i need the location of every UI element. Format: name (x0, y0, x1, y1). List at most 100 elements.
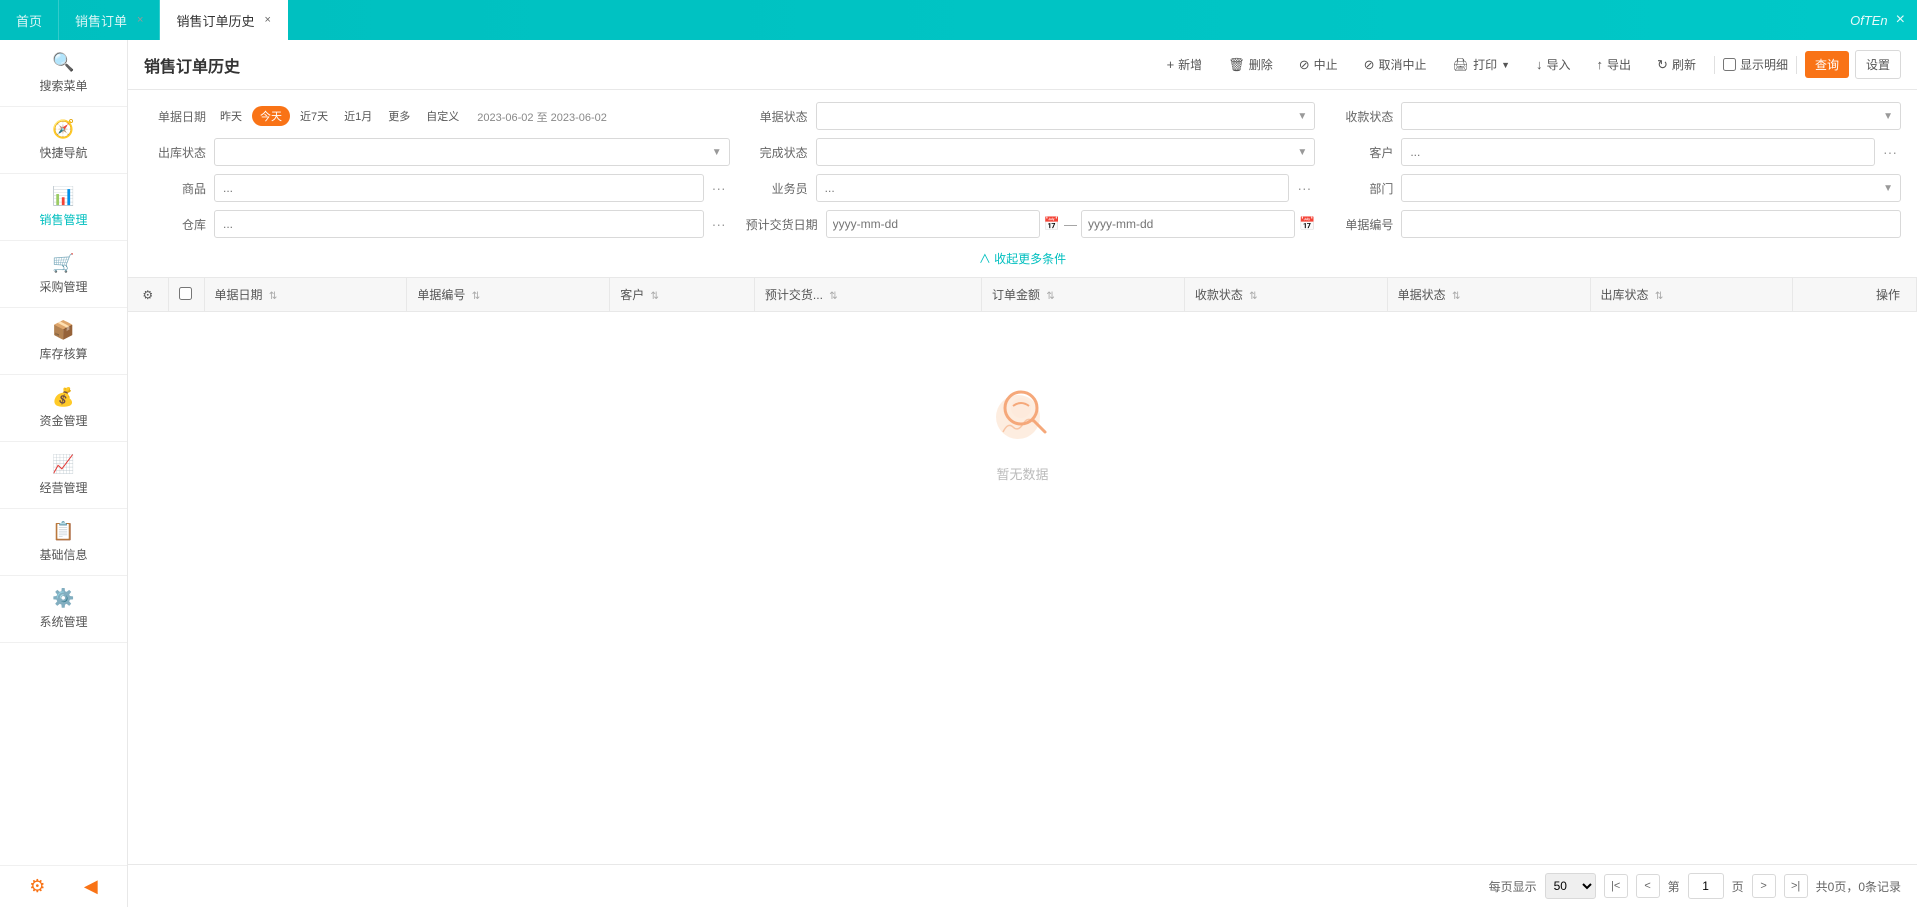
date-7days-btn[interactable]: 近7天 (294, 106, 334, 126)
prev-page-btn[interactable]: < (1636, 874, 1660, 898)
th-outbound-status[interactable]: 出库状态 ⇅ (1590, 278, 1793, 312)
plus-icon: + (1167, 57, 1175, 72)
quicknav-icon: 🧭 (52, 119, 74, 140)
sort-no-icon: ⇅ (472, 291, 480, 302)
first-page-btn[interactable]: |< (1604, 874, 1628, 898)
refresh-button[interactable]: ↻ 刷新 (1647, 51, 1706, 78)
sidebar-settings-btn[interactable]: ⚙ (29, 876, 45, 897)
next-page-btn[interactable]: > (1752, 874, 1776, 898)
sidebar-item-quicknav[interactable]: 🧭 快捷导航 (0, 107, 127, 174)
filter-row-3: 商品 ··· 业务员 ··· 部门 (144, 174, 1901, 210)
sidebar-item-system-label: 系统管理 (39, 613, 87, 630)
date-filter-content: 昨天 今天 近7天 近1月 更多 自定义 2023-06-02 至 2023-0… (214, 106, 730, 126)
th-doc-status[interactable]: 单据状态 ⇅ (1387, 278, 1590, 312)
salesman-more-btn[interactable]: ··· (1293, 180, 1315, 196)
sidebar-item-inventory[interactable]: 📦 库存核算 (0, 308, 127, 375)
sidebar-item-basic[interactable]: 📋 基础信息 (0, 509, 127, 576)
dept-content: ▼ (1401, 174, 1901, 202)
page-title: 销售订单历史 (144, 53, 240, 77)
import-button[interactable]: ↓ 导入 (1526, 51, 1581, 78)
delete-button[interactable]: 🗑 删除 (1218, 51, 1283, 78)
empty-icon (983, 372, 1063, 452)
th-date[interactable]: 单据日期 ⇅ (204, 278, 407, 312)
print-button[interactable]: 🖨 打印 ▼ (1443, 51, 1520, 78)
order-no-input[interactable] (1401, 210, 1901, 238)
warehouse-content: ··· (214, 210, 730, 238)
th-no[interactable]: 单据编号 ⇅ (407, 278, 610, 312)
stop-button[interactable]: ⊘ 中止 (1289, 51, 1348, 78)
sidebar-item-purchase[interactable]: 🛒 采购管理 (0, 241, 127, 308)
calendar-to-icon[interactable]: 📅 (1299, 216, 1315, 232)
setting-button[interactable]: 设置 (1855, 50, 1901, 79)
delivery-date-content: 📅 — 📅 (826, 210, 1316, 238)
date-today-btn[interactable]: 今天 (252, 106, 290, 126)
show-detail-check[interactable]: 显示明细 (1723, 56, 1788, 73)
tab-sales-order-history-close[interactable]: × (264, 14, 270, 26)
delivery-date-to[interactable] (1081, 210, 1295, 238)
tab-sales-order-history[interactable]: 销售订单历史 × (160, 0, 287, 40)
sort-customer-icon: ⇅ (651, 291, 659, 302)
complete-select[interactable] (816, 138, 1316, 166)
page-text: 第 (1668, 878, 1680, 895)
date-yesterday-btn[interactable]: 昨天 (214, 106, 248, 126)
filter-cell-receipt-status: 收款状态 ▼ (1315, 102, 1901, 138)
basic-icon: 📋 (52, 521, 74, 542)
customer-input[interactable] (1401, 138, 1875, 166)
per-page-label: 每页显示 (1489, 878, 1537, 895)
th-receipt-status[interactable]: 收款状态 ⇅ (1184, 278, 1387, 312)
warehouse-more-btn[interactable]: ··· (708, 216, 730, 232)
doc-status-select[interactable] (816, 102, 1316, 130)
export-button[interactable]: ↑ 导出 (1587, 51, 1642, 78)
warehouse-input[interactable] (214, 210, 704, 238)
import-icon: ↓ (1536, 57, 1543, 72)
collapse-bar[interactable]: ∧ 收起更多条件 (144, 246, 1901, 271)
dept-select[interactable] (1401, 174, 1901, 202)
goods-input[interactable] (214, 174, 704, 202)
receipt-status-select[interactable] (1401, 102, 1901, 130)
show-detail-checkbox[interactable] (1723, 58, 1736, 71)
sort-amount-icon: ⇅ (1046, 291, 1054, 302)
sidebar: 🔍 搜索菜单 🧭 快捷导航 📊 销售管理 🛒 采购管理 📦 库存核算 💰 资金管… (0, 40, 128, 907)
customer-more-btn[interactable]: ··· (1879, 144, 1901, 160)
goods-label: 商品 (144, 180, 214, 197)
th-amount[interactable]: 订单金额 ⇅ (981, 278, 1184, 312)
page-input[interactable] (1688, 873, 1724, 899)
sidebar-collapse-btn[interactable]: ◀ (84, 876, 98, 897)
export-icon: ↑ (1597, 57, 1604, 72)
date-more-btn[interactable]: 更多 (382, 106, 416, 126)
per-page-select[interactable]: 50 100 200 (1545, 873, 1596, 899)
date-1month-btn[interactable]: 近1月 (338, 106, 378, 126)
sidebar-item-search[interactable]: 🔍 搜索菜单 (0, 40, 127, 107)
calendar-from-icon[interactable]: 📅 (1044, 216, 1060, 232)
cancel-stop-button[interactable]: ⊘ 取消中止 (1354, 51, 1437, 78)
tab-home[interactable]: 首页 (0, 0, 59, 40)
outbound-select[interactable] (214, 138, 730, 166)
complete-content: ▼ (816, 138, 1316, 166)
th-customer[interactable]: 客户 ⇅ (610, 278, 755, 312)
outbound-label: 出库状态 (144, 144, 214, 161)
last-page-btn[interactable]: >| (1784, 874, 1808, 898)
sidebar-item-operation[interactable]: 📈 经营管理 (0, 442, 127, 509)
window-close-button[interactable]: × (1896, 11, 1905, 29)
filter-cell-customer: 客户 ··· (1315, 138, 1901, 174)
delivery-date-from[interactable] (826, 210, 1040, 238)
toolbar-divider (1714, 56, 1715, 74)
filter-cell-delivery-date: 预计交货日期 📅 — 📅 (730, 210, 1316, 246)
tab-sales-order[interactable]: 销售订单 × (59, 0, 160, 40)
sidebar-item-sales[interactable]: 📊 销售管理 (0, 174, 127, 241)
th-settings[interactable]: ⚙ (128, 278, 168, 312)
new-button[interactable]: + 新增 (1157, 51, 1213, 78)
query-button[interactable]: 查询 (1805, 51, 1849, 78)
collapse-label: ∧ 收起更多条件 (979, 252, 1066, 266)
goods-more-btn[interactable]: ··· (708, 180, 730, 196)
refresh-button-label: 刷新 (1672, 56, 1696, 73)
date-custom-btn[interactable]: 自定义 (420, 106, 465, 126)
dept-label: 部门 (1331, 180, 1401, 197)
th-delivery-date[interactable]: 预计交货... ⇅ (754, 278, 981, 312)
sidebar-item-system[interactable]: ⚙️ 系统管理 (0, 576, 127, 643)
salesman-input[interactable] (816, 174, 1290, 202)
sidebar-item-quicknav-label: 快捷导航 (39, 144, 87, 161)
sidebar-item-finance[interactable]: 💰 资金管理 (0, 375, 127, 442)
select-all-checkbox[interactable] (179, 287, 192, 300)
tab-sales-order-close[interactable]: × (137, 14, 143, 26)
